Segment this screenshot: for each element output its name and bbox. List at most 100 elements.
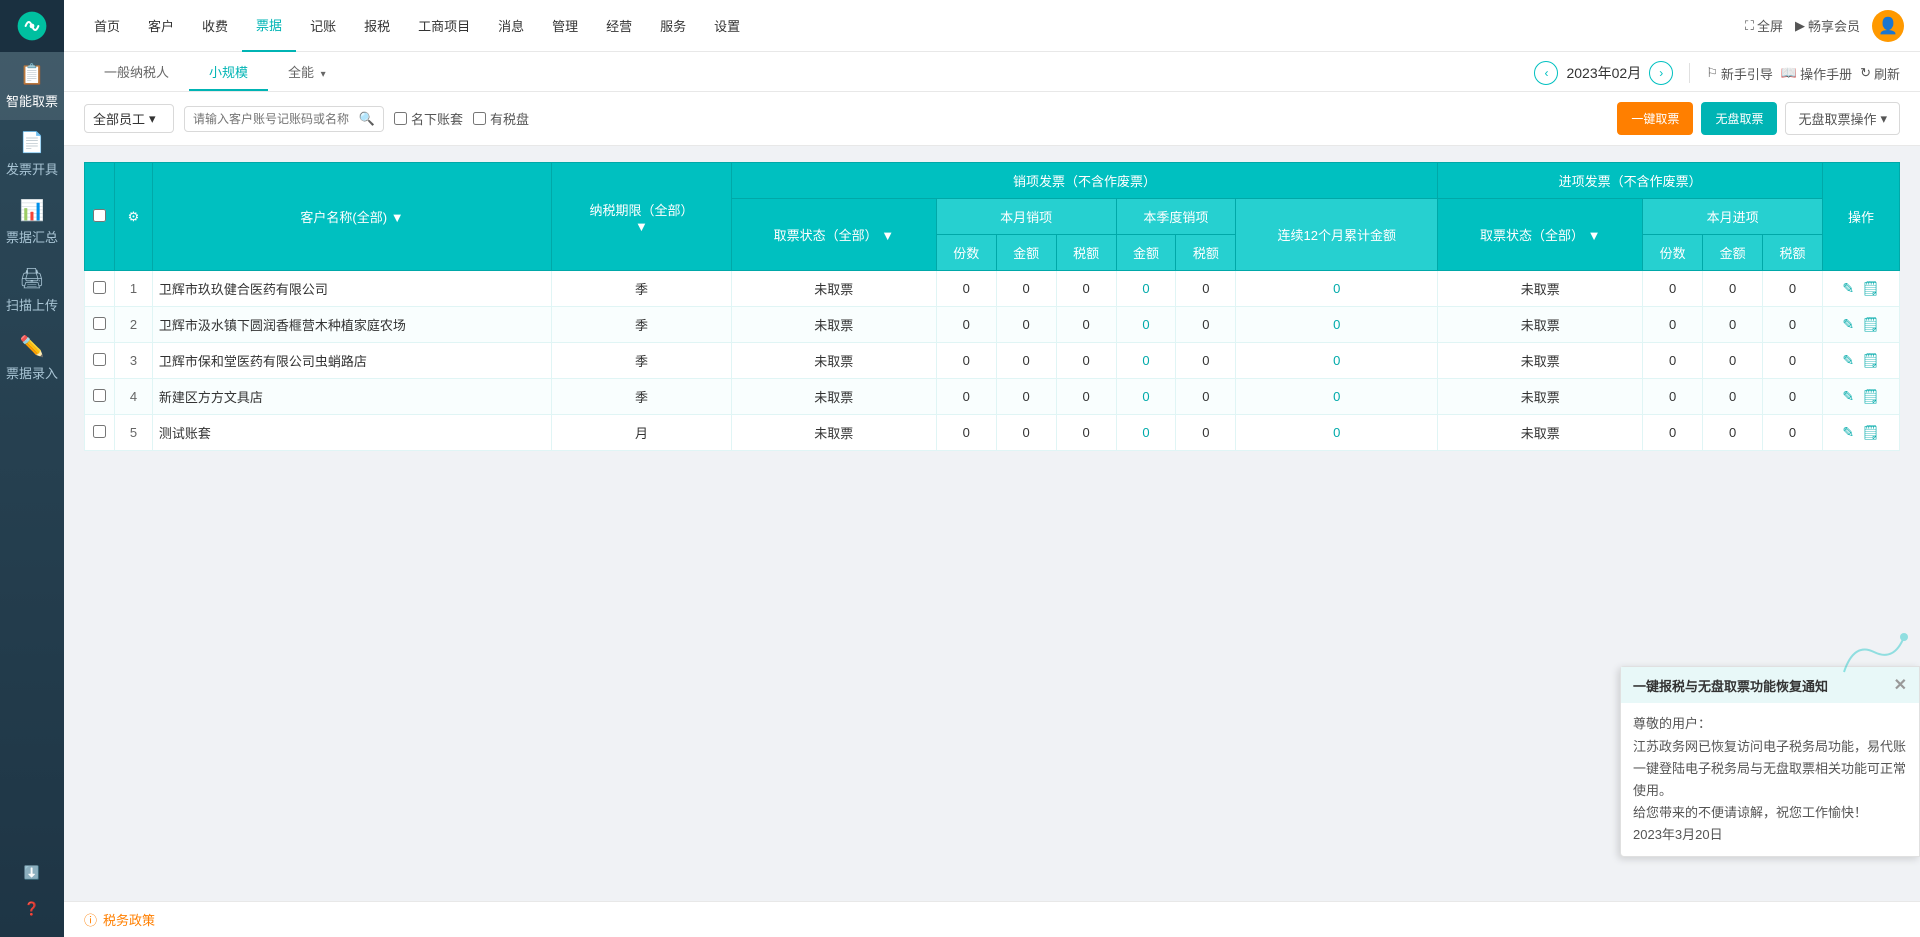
tab-small[interactable]: 小规模 [189,52,268,91]
notification-popup: 一键报税与无盘取票功能恢复通知 ✕ 尊敬的用户： 江苏政务网已恢复访问电子税务局… [1620,666,1920,857]
monthly-sales-tax: 0 [1056,415,1116,451]
view-btn[interactable]: 🗒 [1862,316,1880,332]
info-icon: ⓘ [84,910,97,929]
row-checkbox[interactable] [93,281,106,294]
fetch-status2: 未取票 [1438,307,1643,343]
quarterly-sales-tax-header: 税额 [1176,235,1236,271]
nav-billing[interactable]: 收费 [188,0,242,52]
sidebar-item-scan-upload[interactable]: 🖨 扫描上传 [0,256,64,324]
tax-period: 季 [552,343,732,379]
filter-accountbook-checkbox[interactable] [394,112,407,125]
monthly-purchase-count: 0 [1643,415,1703,451]
edit-btn[interactable]: ✎ [1842,316,1854,332]
monthly-sales-tax-header: 税额 [1056,235,1116,271]
monthly-purchase-amount: 0 [1703,415,1763,451]
sidebar-item-smart-fetch[interactable]: 📋 智能取票 [0,52,64,120]
manual-btn[interactable]: 📖 操作手册 [1781,64,1852,83]
table-header-checkbox [85,163,115,271]
logo[interactable] [0,0,64,52]
nav-bookkeeping[interactable]: 记账 [296,0,350,52]
guide-icon: ⚐ [1706,65,1718,81]
monthly-sales-amount: 0 [996,379,1056,415]
edit-btn[interactable]: ✎ [1842,388,1854,404]
monthly-sales-header: 本月销项 [936,199,1116,235]
view-btn[interactable]: 🗒 [1862,424,1880,440]
nav-message[interactable]: 消息 [484,0,538,52]
no-disk-fetch-btn[interactable]: 无盘取票 [1701,102,1777,135]
fetch-status1: 未取票 [731,415,936,451]
sidebar-item-data-entry[interactable]: ✏️ 票据录入 [0,324,64,392]
nav-business[interactable]: 工商项目 [404,0,484,52]
filter-taxdisk-checkbox[interactable] [473,112,486,125]
sidebar-item-invoice-summary[interactable]: 📊 票据汇总 [0,188,64,256]
quarterly-sales-amount: 0 [1116,271,1176,307]
view-btn[interactable]: 🗒 [1862,280,1880,296]
tab-all[interactable]: 全能 ▾ [268,52,346,91]
prev-date-btn[interactable]: ‹ [1534,61,1558,85]
sales-invoice-group-header: 销项发票（不含作废票） [731,163,1437,199]
annual-amount: 0 [1236,307,1438,343]
search-input[interactable] [193,112,355,126]
help-icon: ❓ [24,901,40,917]
row-num: 5 [115,415,153,451]
avatar[interactable]: 👤 [1872,10,1904,42]
select-all-checkbox[interactable] [93,209,106,222]
monthly-sales-amount: 0 [996,415,1056,451]
nav-invoice[interactable]: 票据 [242,0,296,52]
nav-home[interactable]: 首页 [80,0,134,52]
tax-policy-link[interactable]: 税务政策 [103,910,155,929]
sidebar-item-help[interactable]: ❓ [0,891,64,927]
table-row: 4 新建区方方文具店 季 未取票 0 0 0 0 0 0 未取票 0 0 0 ✎… [85,379,1900,415]
row-checkbox[interactable] [93,353,106,366]
no-disk-ops-btn[interactable]: 无盘取票操作 ▾ [1785,102,1900,135]
edit-btn[interactable]: ✎ [1842,280,1854,296]
nav-tax[interactable]: 报税 [350,0,404,52]
guide-btn[interactable]: ⚐ 新手引导 [1706,64,1773,83]
search-icon[interactable]: 🔍 [359,111,375,127]
edit-btn[interactable]: ✎ [1842,352,1854,368]
nav-service[interactable]: 服务 [646,0,700,52]
fullscreen-btn[interactable]: ⛶ 全屏 [1745,16,1783,35]
annual-amount: 0 [1236,343,1438,379]
monthly-sales-count: 0 [936,343,996,379]
monthly-purchase-count: 0 [1643,307,1703,343]
row-checkbox[interactable] [93,389,106,402]
row-operations: ✎ 🗒 [1822,271,1899,307]
row-operations: ✎ 🗒 [1822,343,1899,379]
quarterly-sales-amount: 0 [1116,343,1176,379]
quarterly-sales-amount: 0 [1116,379,1176,415]
row-operations: ✎ 🗒 [1822,307,1899,343]
nav-settings[interactable]: 设置 [700,0,754,52]
edit-btn[interactable]: ✎ [1842,424,1854,440]
tax-period: 月 [552,415,732,451]
filter-taxdisk[interactable]: 有税盘 [473,109,529,128]
filter-accountbook[interactable]: 名下账套 [394,109,463,128]
nav-customer[interactable]: 客户 [134,0,188,52]
sidebar-item-issue-invoice[interactable]: 📄 发票开具 [0,120,64,188]
monthly-purchase-amount: 0 [1703,343,1763,379]
monthly-sales-count: 0 [936,307,996,343]
view-btn[interactable]: 🗒 [1862,352,1880,368]
row-checkbox[interactable] [93,425,106,438]
nav-management[interactable]: 管理 [538,0,592,52]
nav-operation[interactable]: 经营 [592,0,646,52]
next-date-btn[interactable]: › [1649,61,1673,85]
one-click-fetch-btn[interactable]: 一键取票 [1617,102,1693,135]
monthly-purchase-tax: 0 [1763,271,1823,307]
scan-upload-icon: 🖨 [19,266,44,291]
sidebar-item-download[interactable]: ⬇️ [0,855,64,891]
search-box[interactable]: 🔍 [184,106,384,132]
refresh-btn[interactable]: ↻ 刷新 [1860,64,1900,83]
row-checkbox[interactable] [93,317,106,330]
member-btn[interactable]: ▶ 畅享会员 [1795,16,1860,35]
tab-general[interactable]: 一般纳税人 [84,52,189,91]
quarterly-sales-tax: 0 [1176,415,1236,451]
monthly-sales-count: 0 [936,415,996,451]
view-btn[interactable]: 🗒 [1862,388,1880,404]
sidebar-item-label: 智能取票 [6,91,58,110]
fetch-status2: 未取票 [1438,379,1643,415]
employee-select[interactable]: 全部员工 ▾ [84,104,174,133]
fetch-status1: 未取票 [731,343,936,379]
quarterly-sales-tax: 0 [1176,271,1236,307]
monthly-purchase-amount: 0 [1703,307,1763,343]
